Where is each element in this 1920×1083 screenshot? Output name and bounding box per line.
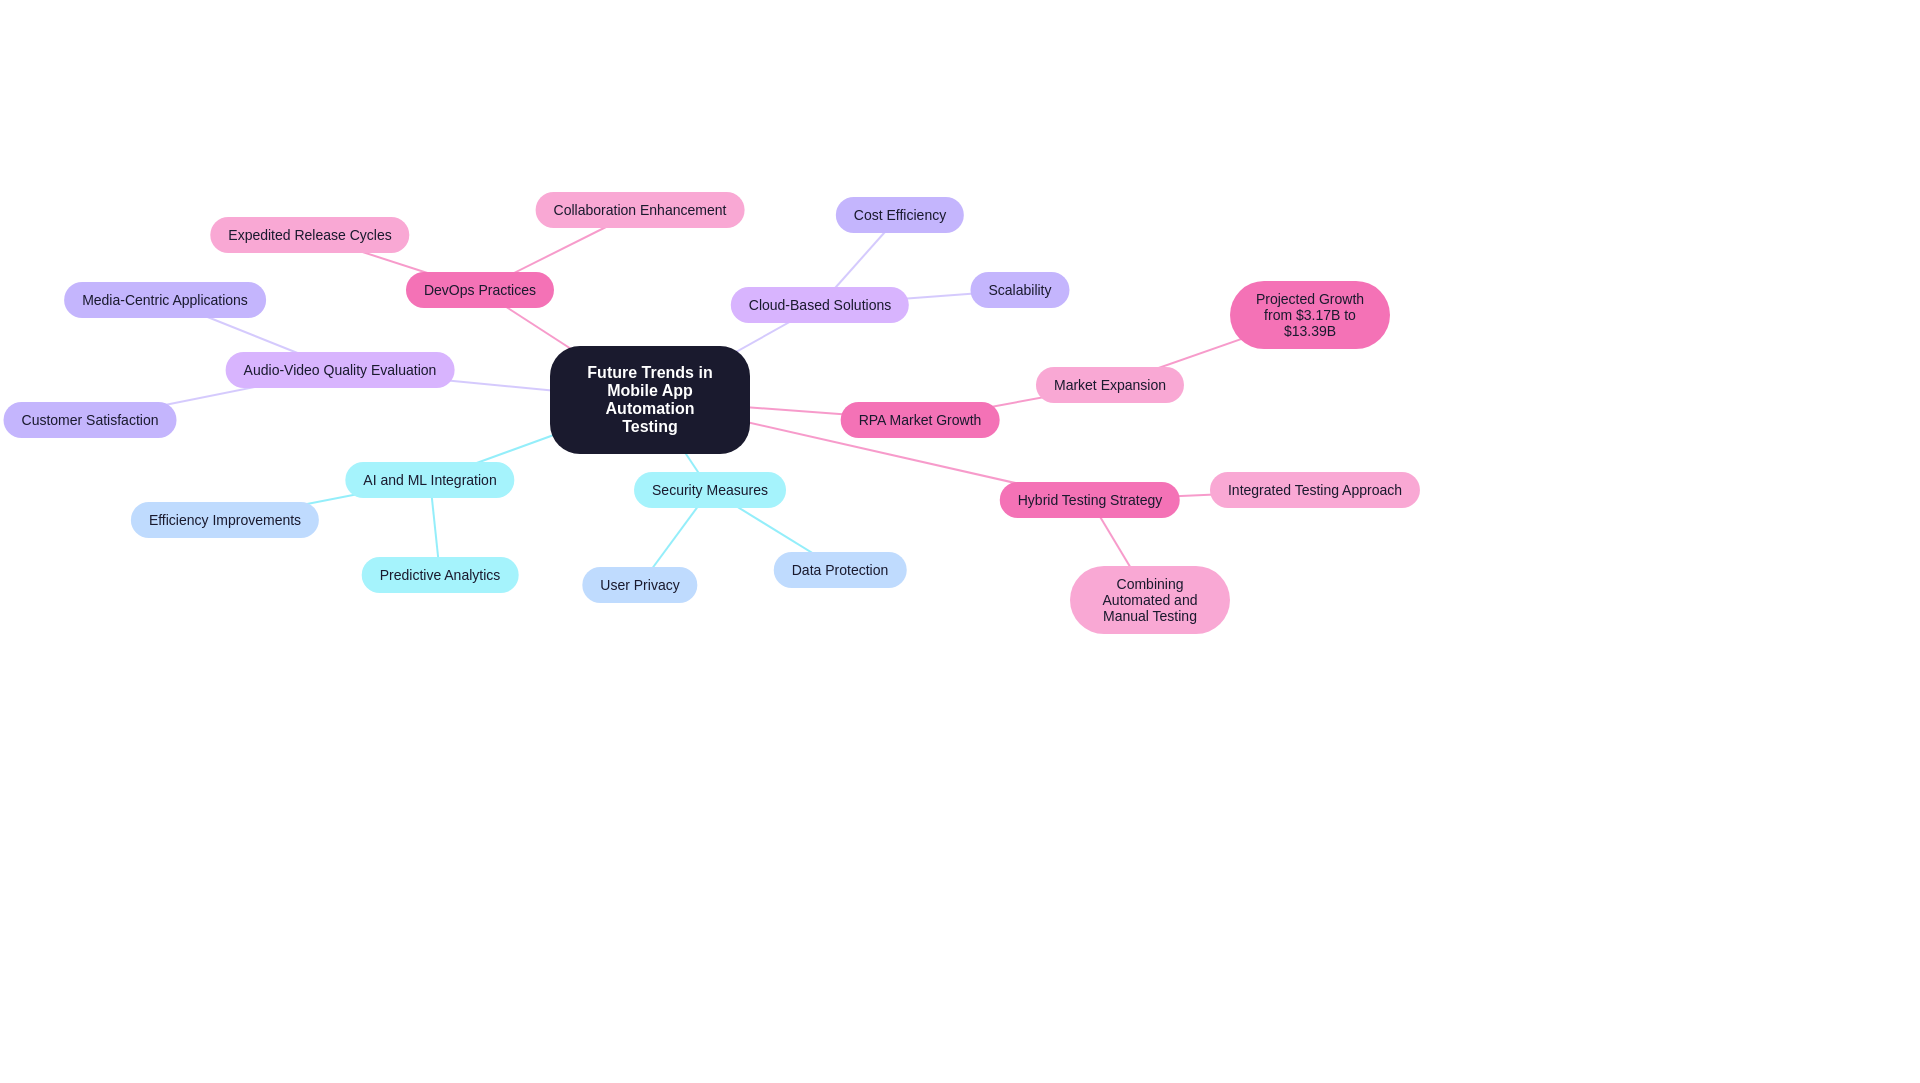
node-integrated: Integrated Testing Approach — [1210, 472, 1420, 508]
node-user-privacy: User Privacy — [582, 567, 697, 603]
node-collab: Collaboration Enhancement — [536, 192, 745, 228]
node-cloud: Cloud-Based Solutions — [731, 287, 909, 323]
node-combining: Combining Automated and Manual Testing — [1070, 566, 1230, 634]
node-market-expansion: Market Expansion — [1036, 367, 1184, 403]
node-ai-ml: AI and ML Integration — [345, 462, 514, 498]
node-media-centric: Media-Centric Applications — [64, 282, 266, 318]
node-efficiency: Efficiency Improvements — [131, 502, 319, 538]
connections-svg — [0, 0, 1920, 1083]
node-expedited: Expedited Release Cycles — [210, 217, 409, 253]
node-hybrid: Hybrid Testing Strategy — [1000, 482, 1180, 518]
node-projected-growth: Projected Growth from $3.17B to $13.39B — [1230, 281, 1390, 349]
node-rpa: RPA Market Growth — [841, 402, 1000, 438]
node-cost: Cost Efficiency — [836, 197, 964, 233]
node-security: Security Measures — [634, 472, 786, 508]
center-node: Future Trends in Mobile App Automation T… — [550, 346, 750, 454]
node-predictive: Predictive Analytics — [362, 557, 519, 593]
node-scalability: Scalability — [970, 272, 1069, 308]
node-customer-sat: Customer Satisfaction — [4, 402, 177, 438]
node-av-quality: Audio-Video Quality Evaluation — [226, 352, 455, 388]
node-data-protection: Data Protection — [774, 552, 907, 588]
node-devops: DevOps Practices — [406, 272, 554, 308]
mindmap-container: Future Trends in Mobile App Automation T… — [0, 0, 1920, 1083]
